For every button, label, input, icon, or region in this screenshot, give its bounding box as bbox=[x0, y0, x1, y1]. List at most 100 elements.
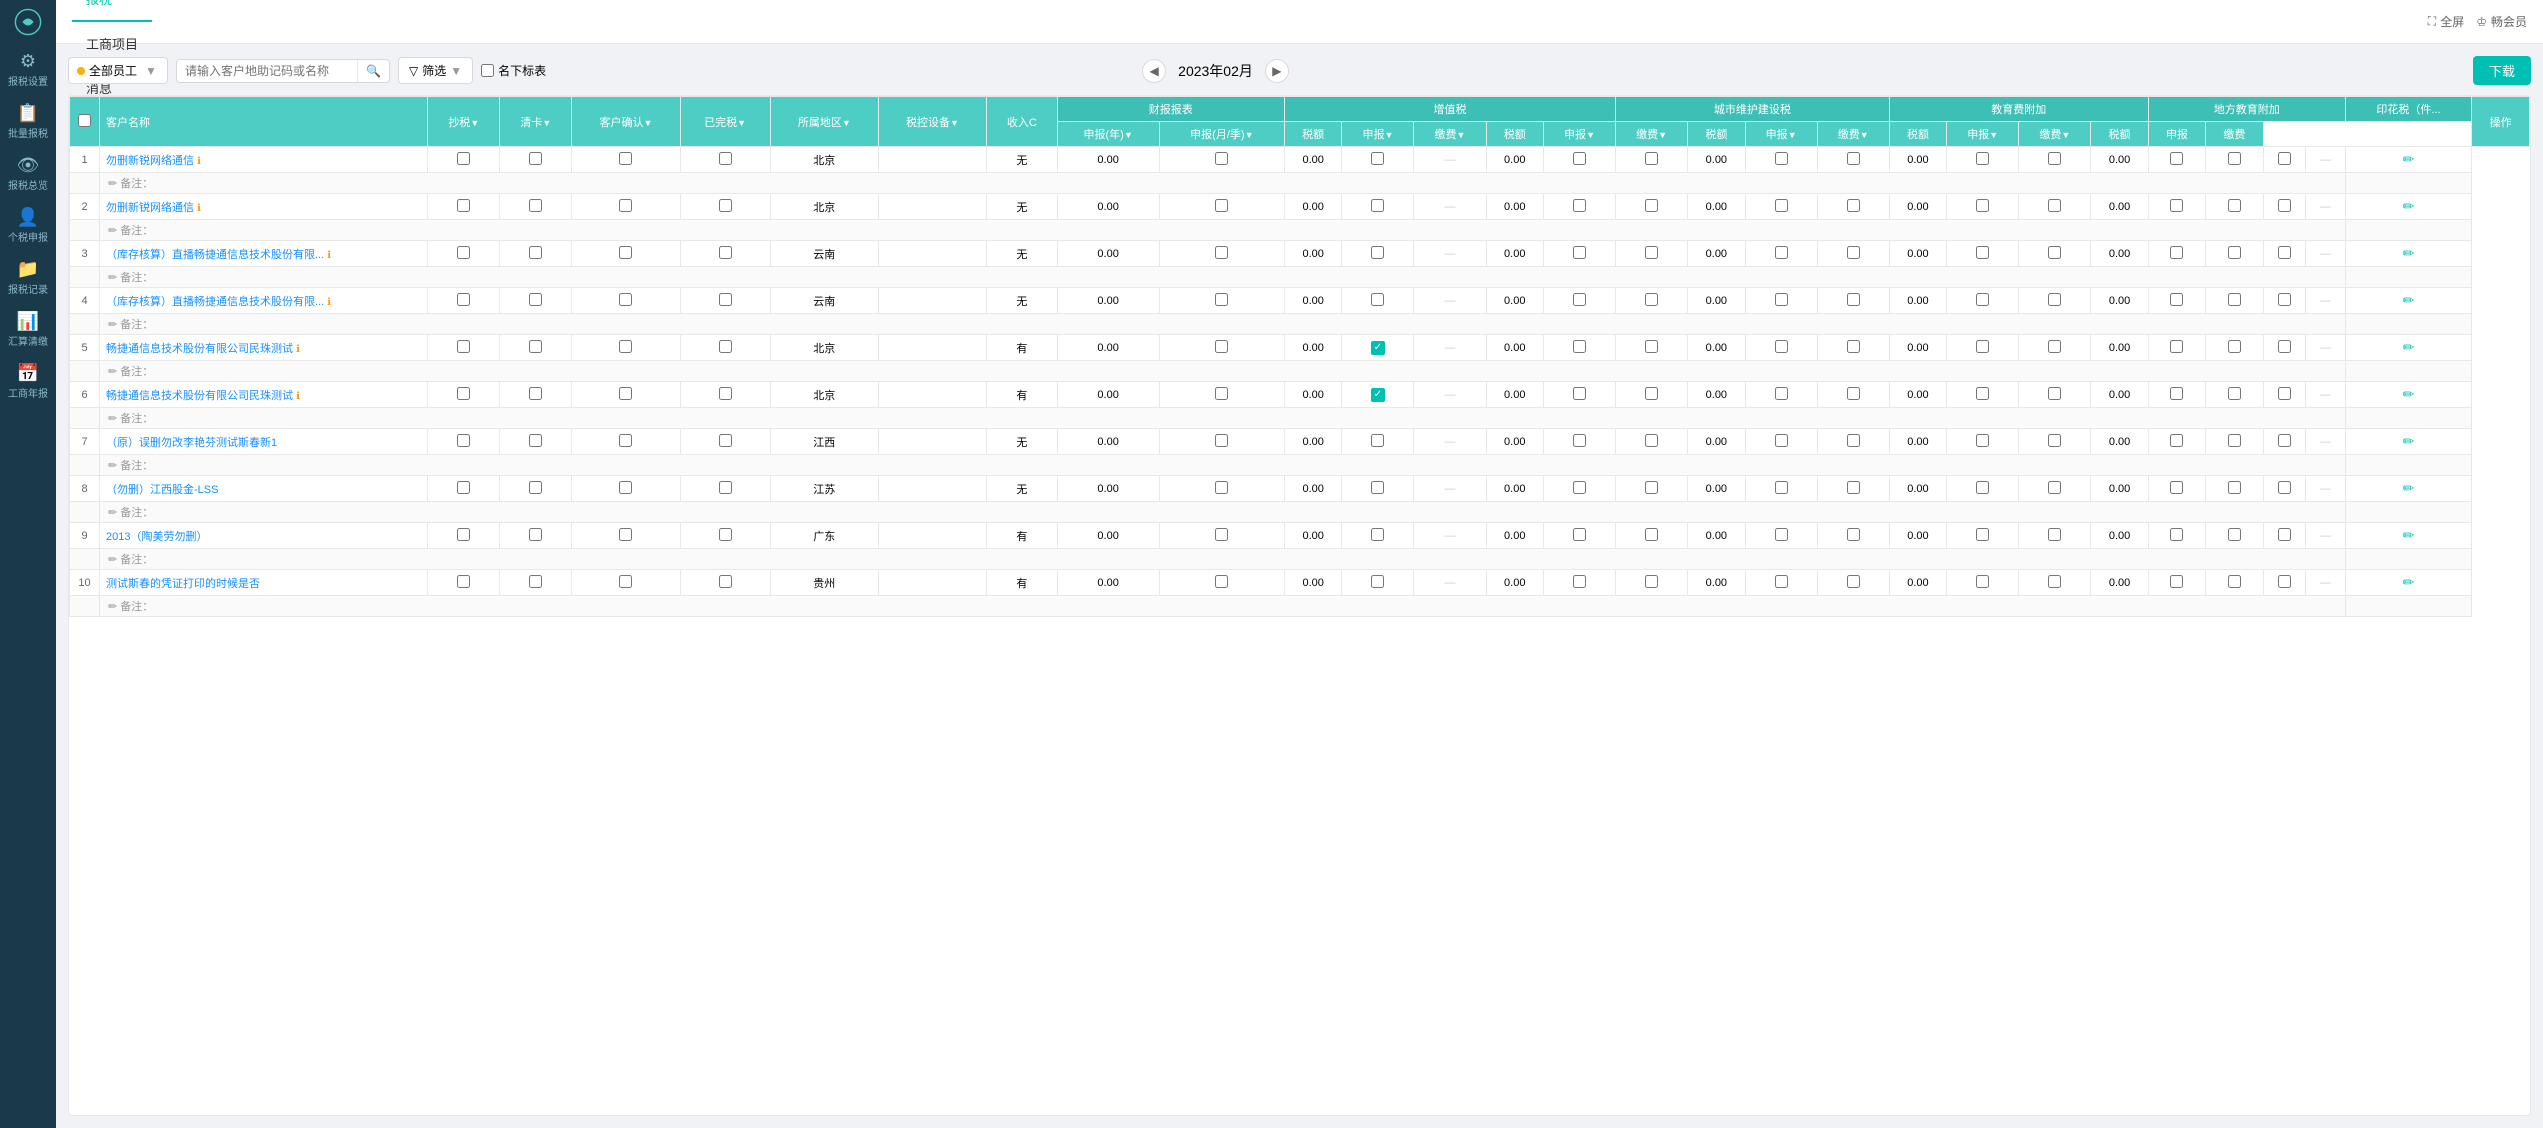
note-icon: ✏ bbox=[108, 601, 117, 613]
dropdown-icon: ▼ bbox=[145, 64, 157, 78]
sidebar-item-tax-records[interactable]: 📁报税记录 bbox=[0, 252, 56, 304]
client-name-cell[interactable]: 勿删新锐网络通信 ℹ bbox=[100, 147, 428, 173]
row-checkbox-cell: 6 bbox=[70, 382, 100, 408]
region-cell: 北京 bbox=[770, 147, 878, 173]
region-cell: 广东 bbox=[770, 523, 878, 549]
row-checkbox-cell: 1 bbox=[70, 147, 100, 173]
note-icon: ✏ bbox=[108, 272, 117, 284]
col-stamp-amount: 税额 bbox=[2091, 122, 2148, 147]
client-name-cell[interactable]: （原）误删勿改李艳芬测试斯春新1 bbox=[100, 429, 428, 455]
client-name-cell[interactable]: 2013（陶美劳勿删） bbox=[100, 523, 428, 549]
income-cell: 有 bbox=[987, 523, 1057, 549]
edit-button[interactable]: ✏ bbox=[2403, 292, 2415, 308]
warning-icon: ℹ bbox=[197, 203, 201, 214]
col-header-device: 税控设备▼ bbox=[878, 97, 986, 147]
client-name-cell[interactable]: （勿删）江西股金-LSS bbox=[100, 476, 428, 502]
income-val-cell: 0.00 bbox=[1057, 382, 1159, 408]
named-checkbox[interactable] bbox=[481, 64, 494, 77]
col-ledu-amount: 税额 bbox=[1889, 122, 1946, 147]
col-header-confirm: 客户确认▼ bbox=[572, 97, 680, 147]
income-val-cell: 0.00 bbox=[1057, 147, 1159, 173]
employee-select[interactable]: 全部员工 ▼ bbox=[68, 57, 168, 84]
income-val-cell: 0.00 bbox=[1057, 476, 1159, 502]
note-row: ✏ 备注： bbox=[70, 267, 2530, 288]
sidebar-item-personal-tax[interactable]: 👤个税申报 bbox=[0, 200, 56, 252]
warning-icon: ℹ bbox=[296, 344, 300, 355]
action-cell: ✏ bbox=[2345, 288, 2472, 314]
note-row: ✏ 备注： bbox=[70, 173, 2530, 194]
fullscreen-btn[interactable]: ⛶ 全屏 bbox=[2428, 13, 2464, 30]
table-row: 10 测试斯春的凭证打印的时候是否 贵州 有 0.00 0.00 — 0.00 … bbox=[70, 570, 2530, 596]
search-button[interactable]: 🔍 bbox=[357, 60, 389, 82]
note-row: ✏ 备注： bbox=[70, 549, 2530, 570]
download-button[interactable]: 下载 bbox=[2473, 56, 2531, 85]
member-icon: ♔ bbox=[2476, 15, 2487, 29]
prev-month-btn[interactable]: ◀ bbox=[1142, 59, 1166, 83]
next-month-btn[interactable]: ▶ bbox=[1265, 59, 1289, 83]
income-cell: 无 bbox=[987, 194, 1057, 220]
row-checkbox-cell: 7 bbox=[70, 429, 100, 455]
edit-button[interactable]: ✏ bbox=[2403, 480, 2415, 496]
col-header-checkbox bbox=[70, 97, 100, 147]
edit-button[interactable]: ✏ bbox=[2403, 339, 2415, 355]
col-city-amount: 税额 bbox=[1486, 122, 1543, 147]
edit-button[interactable]: ✏ bbox=[2403, 433, 2415, 449]
action-cell: ✏ bbox=[2345, 241, 2472, 267]
col-header-region: 所属地区▼ bbox=[770, 97, 878, 147]
sidebar-item-summary[interactable]: 📊汇算清缴 bbox=[0, 304, 56, 356]
warning-icon: ℹ bbox=[327, 250, 331, 261]
region-cell: 北京 bbox=[770, 335, 878, 361]
content: 全部员工 ▼ 🔍 ▽ 筛选 ▼ 名下标表 ◀ 2023年02月 bbox=[56, 44, 2543, 1128]
col-edu-pay: 缴费▼ bbox=[1817, 122, 1889, 147]
client-name-cell[interactable]: 测试斯春的凭证打印的时候是否 bbox=[100, 570, 428, 596]
edit-button[interactable]: ✏ bbox=[2403, 245, 2415, 261]
action-cell: ✏ bbox=[2345, 429, 2472, 455]
fullscreen-icon: ⛶ bbox=[2428, 14, 2436, 29]
col-header-stamp: 印花税（件... bbox=[2345, 97, 2472, 122]
topnav-right: ⛶ 全屏 ♔ 畅会员 bbox=[2428, 13, 2527, 30]
client-name-cell[interactable]: 勿删新锐网络通信 ℹ bbox=[100, 194, 428, 220]
income-val-cell: 0.00 bbox=[1057, 335, 1159, 361]
table-row: 2 勿删新锐网络通信 ℹ 北京 无 0.00 0.00 — 0.00 0.00 … bbox=[70, 194, 2530, 220]
table-wrapper: 客户名称 抄税▼ 清卡▼ 客户确认▼ 已完税▼ 所属地区▼ 税控设备▼ 收入C … bbox=[68, 95, 2531, 1116]
filter-button[interactable]: ▽ 筛选 ▼ bbox=[398, 57, 473, 84]
col-stamp-pay: 缴费 bbox=[2206, 122, 2263, 147]
tax-settings-icon: ⚙ bbox=[20, 52, 36, 70]
filter-dropdown-icon: ▼ bbox=[450, 64, 462, 78]
note-row: ✏ 备注： bbox=[70, 220, 2530, 241]
current-date: 2023年02月 bbox=[1178, 61, 1253, 81]
edit-button[interactable]: ✏ bbox=[2403, 386, 2415, 402]
topnav: 首页客户收费票据记账报税工商项目消息管理经营服务设置 ⛶ 全屏 ♔ 畅会员 bbox=[56, 0, 2543, 44]
region-cell: 云南 bbox=[770, 288, 878, 314]
action-cell: ✏ bbox=[2345, 476, 2472, 502]
sidebar-item-annual-report[interactable]: 📅工商年报 bbox=[0, 356, 56, 408]
edit-button[interactable]: ✏ bbox=[2403, 198, 2415, 214]
col-ledu-declare: 申报▼ bbox=[1947, 122, 2019, 147]
warning-icon: ℹ bbox=[197, 156, 201, 167]
income-cell: 有 bbox=[987, 335, 1057, 361]
income-cell: 无 bbox=[987, 147, 1057, 173]
table-row: 9 2013（陶美劳勿删） 广东 有 0.00 0.00 — 0.00 0.00… bbox=[70, 523, 2530, 549]
region-cell: 北京 bbox=[770, 194, 878, 220]
topnav-item-tax[interactable]: 报税 bbox=[72, 0, 152, 22]
search-input[interactable] bbox=[177, 60, 357, 82]
col-sub-annual: 申报(年)▼ bbox=[1057, 122, 1159, 147]
date-nav: ◀ 2023年02月 ▶ bbox=[1142, 59, 1289, 83]
sidebar-item-tax-view[interactable]: 👁报税总览 bbox=[0, 148, 56, 200]
main-area: 首页客户收费票据记账报税工商项目消息管理经营服务设置 ⛶ 全屏 ♔ 畅会员 全部… bbox=[56, 0, 2543, 1128]
action-cell: ✏ bbox=[2345, 194, 2472, 220]
checkbox-label[interactable]: 名下标表 bbox=[481, 62, 546, 79]
note-row: ✏ 备注： bbox=[70, 408, 2530, 429]
sidebar-item-tax-settings[interactable]: ⚙报税设置 bbox=[0, 44, 56, 96]
edit-button[interactable]: ✏ bbox=[2403, 151, 2415, 167]
sidebar-item-batch-tax[interactable]: 📋批量报税 bbox=[0, 96, 56, 148]
client-name-cell[interactable]: （库存核算）直播畅捷通信息技术股份有限... ℹ bbox=[100, 288, 428, 314]
edit-button[interactable]: ✏ bbox=[2403, 527, 2415, 543]
member-btn[interactable]: ♔ 畅会员 bbox=[2476, 13, 2527, 30]
note-row: ✏ 备注： bbox=[70, 361, 2530, 382]
client-name-cell[interactable]: （库存核算）直播畅捷通信息技术股份有限... ℹ bbox=[100, 241, 428, 267]
edit-button[interactable]: ✏ bbox=[2403, 574, 2415, 590]
client-name-cell[interactable]: 畅捷通信息技术股份有限公司民珠测试 ℹ bbox=[100, 335, 428, 361]
client-name-cell[interactable]: 畅捷通信息技术股份有限公司民珠测试 ℹ bbox=[100, 382, 428, 408]
select-all-checkbox[interactable] bbox=[78, 114, 91, 127]
